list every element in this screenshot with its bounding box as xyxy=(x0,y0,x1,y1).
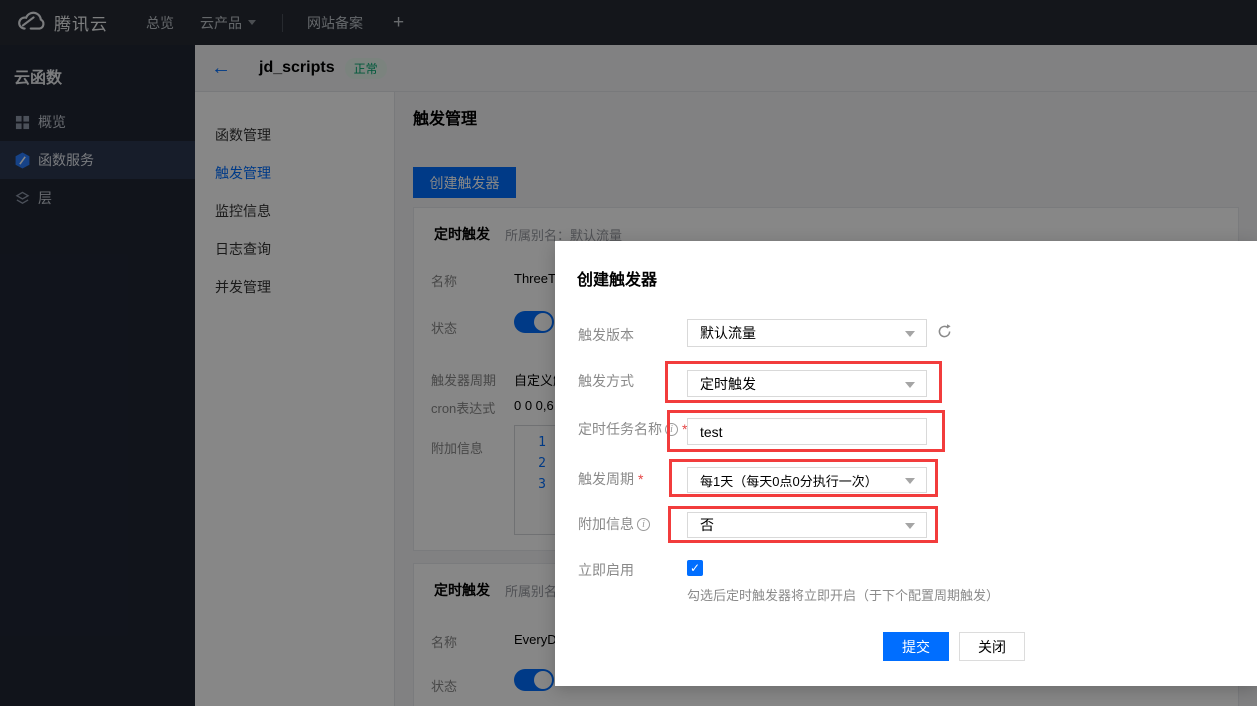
close-button[interactable]: 关闭 xyxy=(959,632,1025,661)
modal-title: 创建触发器 xyxy=(577,266,657,290)
task-name-label: 定时任务名称 i * xyxy=(578,419,687,439)
trigger-cycle-label: 触发周期 * xyxy=(578,469,643,489)
extra-info-select[interactable]: 否 xyxy=(687,512,927,538)
trigger-method-label: 触发方式 xyxy=(578,371,634,391)
task-name-input[interactable] xyxy=(688,419,926,444)
enable-hint-text: 勾选后定时触发器将立即开启（于下个配置周期触发） xyxy=(687,585,999,604)
trigger-version-label: 触发版本 xyxy=(578,325,634,345)
info-icon: i xyxy=(665,423,678,436)
trigger-method-select[interactable]: 定时触发 xyxy=(687,370,927,397)
refresh-icon[interactable] xyxy=(936,323,953,340)
extra-info-label: 附加信息 i xyxy=(578,514,650,534)
task-name-field-wrap xyxy=(687,418,927,445)
required-asterisk: * xyxy=(638,471,643,487)
chevron-down-icon xyxy=(905,331,915,337)
chevron-down-icon xyxy=(905,382,915,388)
trigger-cycle-select[interactable]: 每1天（每天0点0分执行一次） xyxy=(687,467,927,493)
chevron-down-icon xyxy=(905,478,915,484)
trigger-version-select[interactable]: 默认流量 xyxy=(687,319,927,347)
info-icon: i xyxy=(637,518,650,531)
enable-now-checkbox[interactable]: ✓ xyxy=(687,560,703,576)
create-trigger-modal: 创建触发器 触发版本 默认流量 触发方式 定时触发 定时任务名称 i * 触发周… xyxy=(555,241,1257,686)
chevron-down-icon xyxy=(905,523,915,529)
submit-button[interactable]: 提交 xyxy=(883,632,949,661)
enable-now-label: 立即启用 xyxy=(578,560,634,580)
